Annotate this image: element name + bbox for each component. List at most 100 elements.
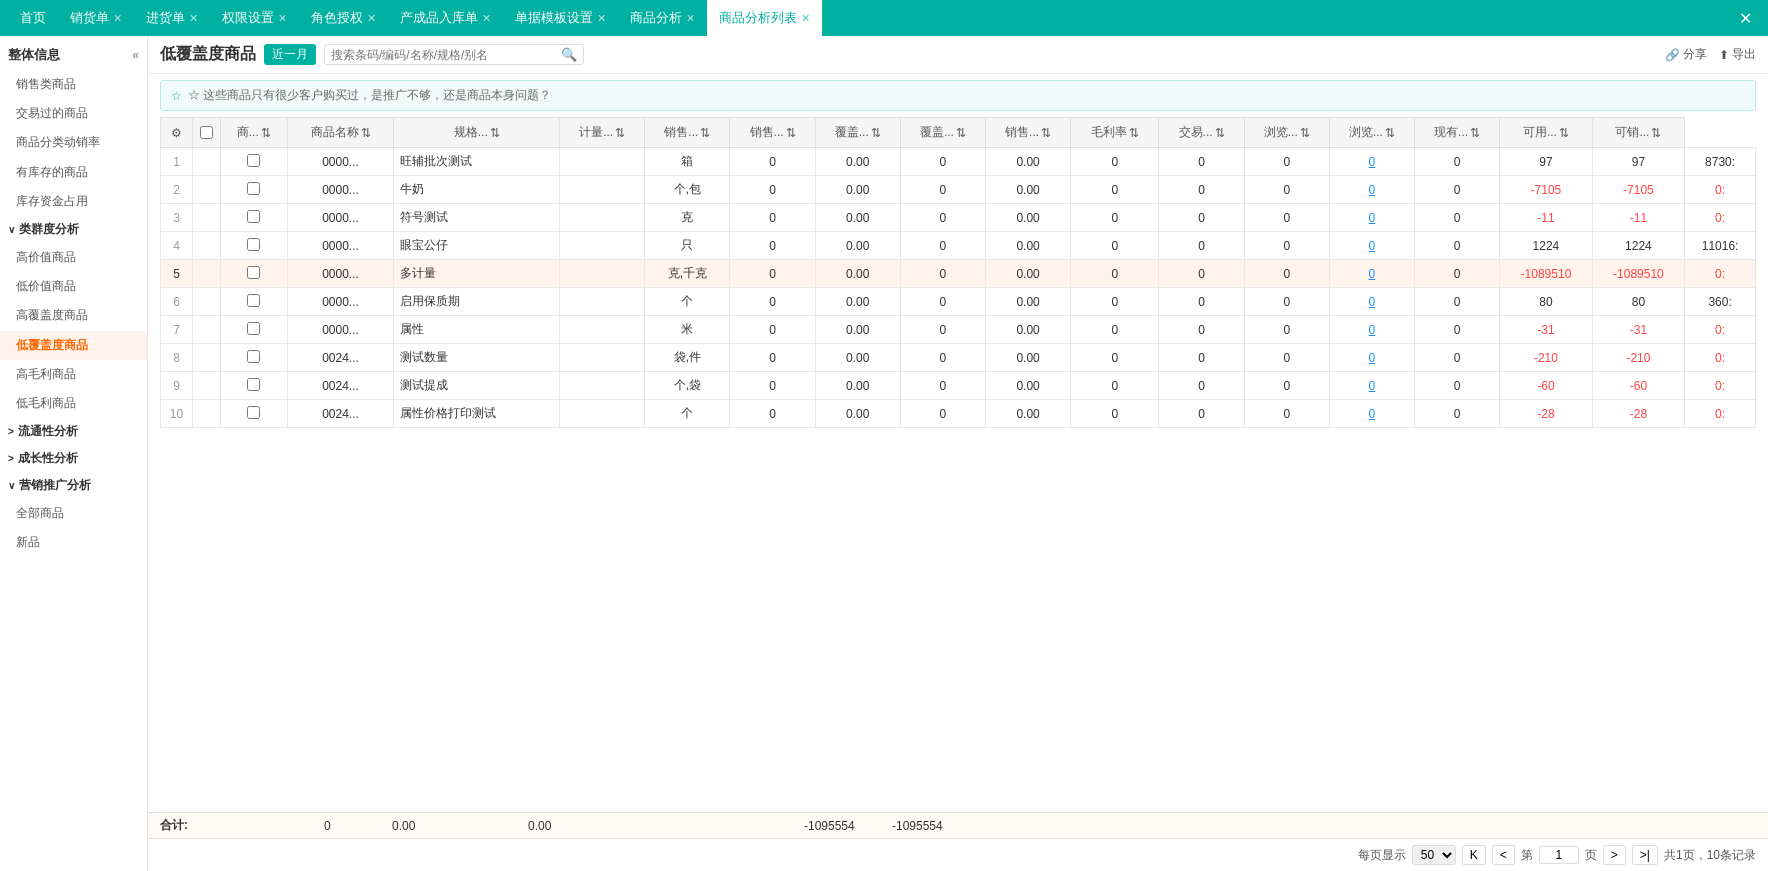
col-sellable[interactable]: 可销... ⇅ xyxy=(1592,118,1684,148)
cell-browse1-6[interactable]: 0 xyxy=(1329,316,1414,344)
sidebar-item-low-profit[interactable]: 低毛利商品 xyxy=(0,389,147,418)
nav-product-stock[interactable]: 产成品入库单 ✕ xyxy=(388,0,503,36)
row-checkbox-2[interactable] xyxy=(247,210,260,223)
col-settings[interactable]: ⚙ xyxy=(161,118,193,148)
browse1-link-3[interactable]: 0 xyxy=(1369,239,1376,253)
cell-checkbox-4[interactable] xyxy=(221,260,288,288)
sidebar-item-sales-goods[interactable]: 销售类商品 xyxy=(0,70,147,99)
nav-product-analysis-list-close[interactable]: ✕ xyxy=(801,12,810,25)
sidebar-item-category-rate[interactable]: 商品分类动销率 xyxy=(0,128,147,157)
browse1-link-1[interactable]: 0 xyxy=(1369,183,1376,197)
nav-template-close[interactable]: ✕ xyxy=(597,12,606,25)
nav-product-stock-close[interactable]: ✕ xyxy=(482,12,491,25)
prev-page-button[interactable]: < xyxy=(1492,845,1515,865)
nav-role-auth[interactable]: 角色授权 ✕ xyxy=(299,0,388,36)
nav-product-analysis[interactable]: 商品分析 ✕ xyxy=(618,0,707,36)
col-checkbox[interactable] xyxy=(193,118,221,148)
col-name[interactable]: 商品名称 ⇅ xyxy=(287,118,394,148)
cell-checkbox-5[interactable] xyxy=(221,288,288,316)
cell-checkbox-1[interactable] xyxy=(221,176,288,204)
col-code[interactable]: 商... ⇅ xyxy=(221,118,288,148)
cell-checkbox-6[interactable] xyxy=(221,316,288,344)
col-usable-stock[interactable]: 可用... ⇅ xyxy=(1500,118,1592,148)
cell-checkbox-0[interactable] xyxy=(221,148,288,176)
cell-checkbox-9[interactable] xyxy=(221,400,288,428)
nav-product-analysis-close[interactable]: ✕ xyxy=(686,12,695,25)
col-unit[interactable]: 计量... ⇅ xyxy=(560,118,645,148)
first-page-button[interactable]: K xyxy=(1462,845,1486,865)
col-browse2[interactable]: 浏览... ⇅ xyxy=(1329,118,1414,148)
search-box[interactable]: 🔍 xyxy=(324,44,584,65)
nav-product-analysis-list[interactable]: 商品分析列表 ✕ xyxy=(707,0,822,36)
last-page-button[interactable]: >| xyxy=(1632,845,1658,865)
nav-purchase-order-close[interactable]: ✕ xyxy=(189,12,198,25)
browse1-link-8[interactable]: 0 xyxy=(1369,379,1376,393)
row-checkbox-0[interactable] xyxy=(247,154,260,167)
share-button[interactable]: 🔗 分享 xyxy=(1665,46,1707,63)
col-current-stock[interactable]: 现有... ⇅ xyxy=(1415,118,1500,148)
cell-browse1-9[interactable]: 0 xyxy=(1329,400,1414,428)
window-close-button[interactable]: ✕ xyxy=(1731,9,1760,28)
sidebar-section-growth[interactable]: > 成长性分析 xyxy=(0,445,147,472)
col-trade[interactable]: 交易... ⇅ xyxy=(1159,118,1244,148)
browse1-link-4[interactable]: 0 xyxy=(1369,267,1376,281)
browse1-link-6[interactable]: 0 xyxy=(1369,323,1376,337)
sidebar-collapse-button[interactable]: « xyxy=(132,48,139,62)
next-page-button[interactable]: > xyxy=(1603,845,1626,865)
row-checkbox-5[interactable] xyxy=(247,294,260,307)
cell-browse1-2[interactable]: 0 xyxy=(1329,204,1414,232)
sidebar-section-cluster[interactable]: ∨ 类群度分析 xyxy=(0,216,147,243)
sidebar-header[interactable]: 整体信息 « xyxy=(0,40,147,70)
cell-browse1-1[interactable]: 0 xyxy=(1329,176,1414,204)
sidebar-item-all-goods[interactable]: 全部商品 xyxy=(0,499,147,528)
sidebar-item-low-coverage[interactable]: 低覆盖度商品 xyxy=(0,331,147,360)
col-sales-count[interactable]: 销售... ⇅ xyxy=(645,118,730,148)
nav-role-auth-close[interactable]: ✕ xyxy=(367,12,376,25)
row-checkbox-6[interactable] xyxy=(247,322,260,335)
nav-permission-close[interactable]: ✕ xyxy=(278,12,287,25)
row-checkbox-7[interactable] xyxy=(247,350,260,363)
sidebar-item-new-goods[interactable]: 新品 xyxy=(0,528,147,557)
cell-checkbox-2[interactable] xyxy=(221,204,288,232)
col-spec[interactable]: 规格... ⇅ xyxy=(394,118,560,148)
row-checkbox-9[interactable] xyxy=(247,406,260,419)
sidebar-item-stocked-goods[interactable]: 有库存的商品 xyxy=(0,158,147,187)
cell-checkbox-7[interactable] xyxy=(221,344,288,372)
sidebar-item-low-value[interactable]: 低价值商品 xyxy=(0,272,147,301)
cell-checkbox-8[interactable] xyxy=(221,372,288,400)
nav-sales-order[interactable]: 销货单 ✕ xyxy=(58,0,134,36)
page-size-select[interactable]: 50 xyxy=(1412,845,1456,865)
sidebar-item-high-coverage[interactable]: 高覆盖度商品 xyxy=(0,301,147,330)
search-input[interactable] xyxy=(331,48,561,62)
sidebar-item-stock-capital[interactable]: 库存资金占用 xyxy=(0,187,147,216)
nav-home[interactable]: 首页 xyxy=(8,0,58,36)
col-coverage2[interactable]: 覆盖... ⇅ xyxy=(900,118,985,148)
browse1-link-7[interactable]: 0 xyxy=(1369,351,1376,365)
page-number-input[interactable] xyxy=(1539,846,1579,864)
nav-purchase-order[interactable]: 进货单 ✕ xyxy=(134,0,210,36)
browse1-link-5[interactable]: 0 xyxy=(1369,295,1376,309)
nav-permission[interactable]: 权限设置 ✕ xyxy=(210,0,299,36)
browse1-link-9[interactable]: 0 xyxy=(1369,407,1376,421)
sidebar-section-flow[interactable]: > 流通性分析 xyxy=(0,418,147,445)
sidebar-section-marketing[interactable]: ∨ 营销推广分析 xyxy=(0,472,147,499)
cell-browse1-0[interactable]: 0 xyxy=(1329,148,1414,176)
nav-template-settings[interactable]: 单据模板设置 ✕ xyxy=(503,0,618,36)
browse1-link-0[interactable]: 0 xyxy=(1369,155,1376,169)
row-checkbox-1[interactable] xyxy=(247,182,260,195)
cell-browse1-5[interactable]: 0 xyxy=(1329,288,1414,316)
select-all-checkbox[interactable] xyxy=(200,126,213,139)
row-checkbox-3[interactable] xyxy=(247,238,260,251)
cell-browse1-8[interactable]: 0 xyxy=(1329,372,1414,400)
sidebar-item-traded-goods[interactable]: 交易过的商品 xyxy=(0,99,147,128)
col-coverage1[interactable]: 覆盖... ⇅ xyxy=(815,118,900,148)
row-checkbox-8[interactable] xyxy=(247,378,260,391)
col-sales-amount[interactable]: 销售... ⇅ xyxy=(730,118,815,148)
browse1-link-2[interactable]: 0 xyxy=(1369,211,1376,225)
col-gross-rate[interactable]: 毛利率 ⇅ xyxy=(1071,118,1159,148)
period-button[interactable]: 近一月 xyxy=(264,44,316,65)
export-button[interactable]: ⬆ 导出 xyxy=(1719,46,1756,63)
sidebar-item-high-profit[interactable]: 高毛利商品 xyxy=(0,360,147,389)
nav-sales-order-close[interactable]: ✕ xyxy=(113,12,122,25)
row-checkbox-4[interactable] xyxy=(247,266,260,279)
